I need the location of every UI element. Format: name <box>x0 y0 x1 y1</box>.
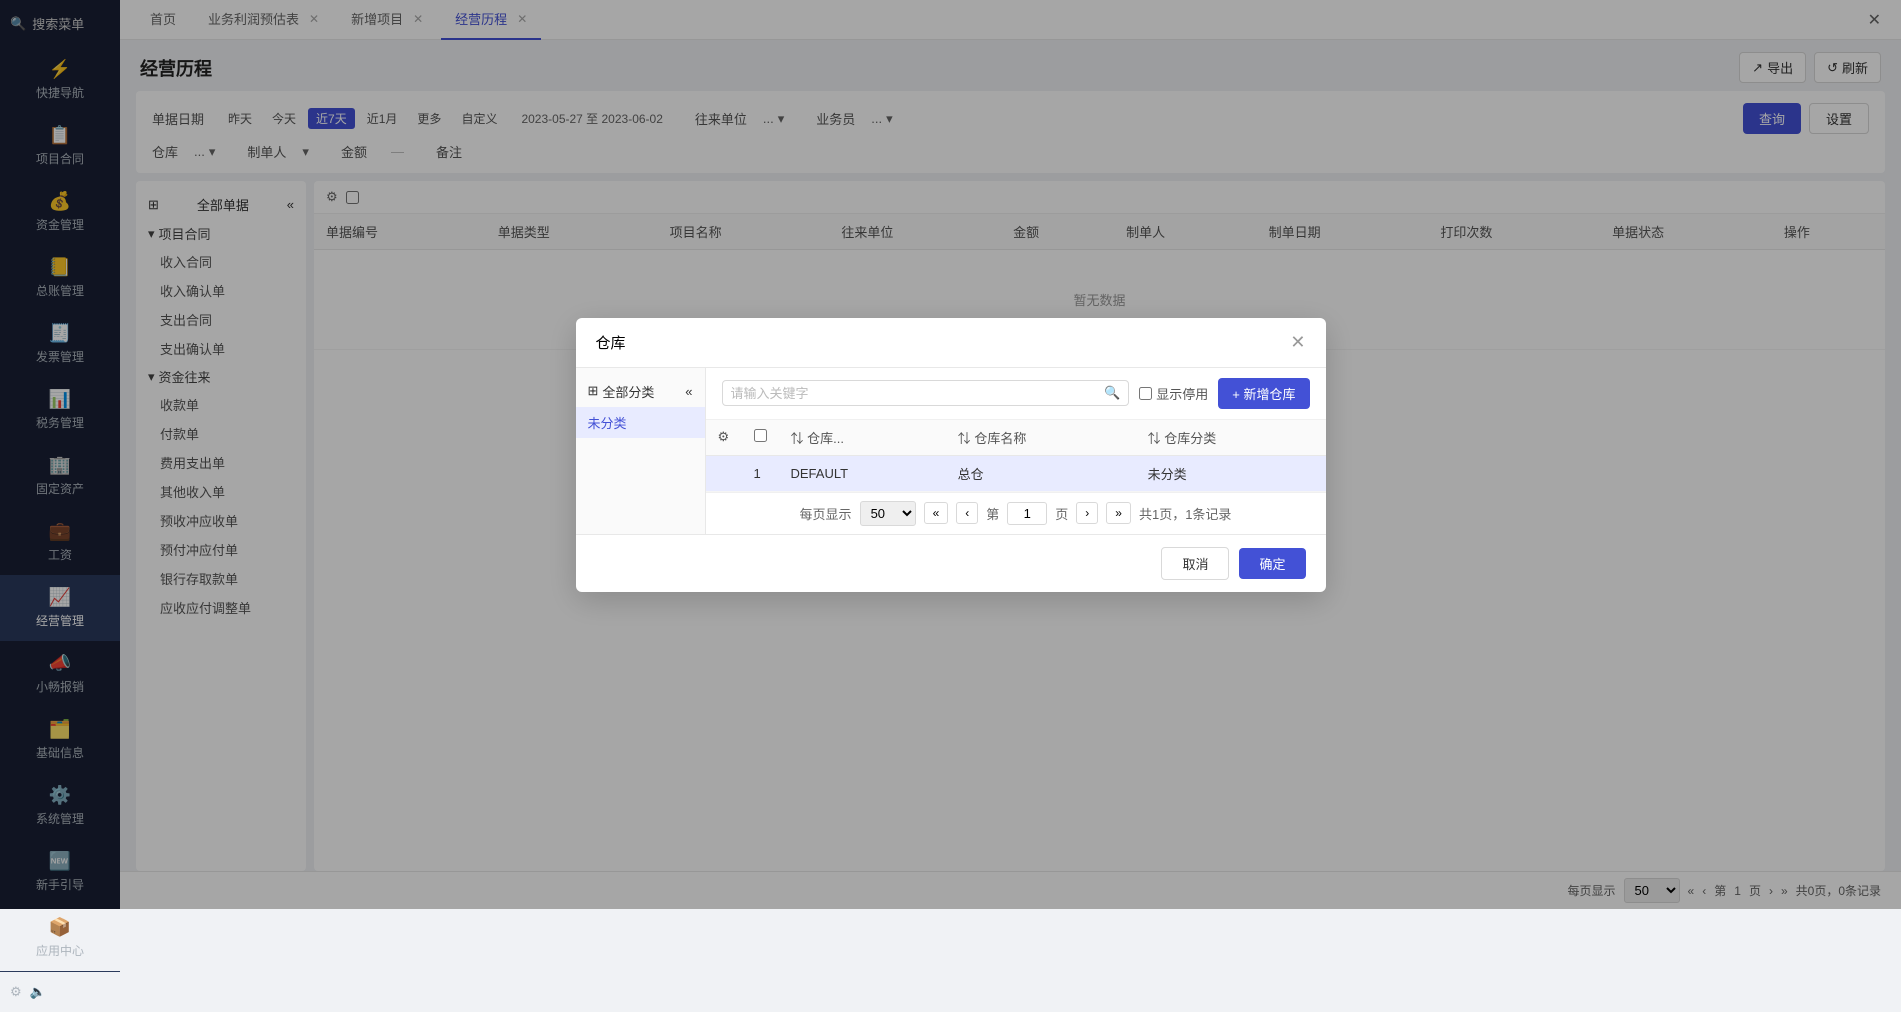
modal-title: 仓库 <box>596 332 626 353</box>
modal-header: 仓库 ✕ <box>576 318 1326 368</box>
collapse-modal-sidebar-icon[interactable]: « <box>685 384 692 399</box>
modal-per-page-select[interactable]: 50 100 <box>860 501 916 526</box>
sidebar-bottom: ⚙ 🔈 <box>0 971 120 1012</box>
show-disabled-checkbox[interactable] <box>1139 387 1152 400</box>
row-category: 未分类 <box>1136 455 1326 491</box>
col-checkbox <box>742 420 779 456</box>
add-label: + 新增仓库 <box>1232 384 1295 403</box>
add-warehouse-button[interactable]: + 新增仓库 <box>1218 378 1309 409</box>
modal-page-label: 页 <box>1055 504 1068 523</box>
modal-search-icon[interactable]: 🔍 <box>1104 385 1120 401</box>
table-row[interactable]: 1 DEFAULT 总仓 未分类 <box>706 455 1326 491</box>
sort-icon-cat: ⇅ <box>1148 431 1161 446</box>
sort-icon-code: ⇅ <box>791 431 804 446</box>
row-name: 总仓 <box>946 455 1136 491</box>
show-disabled-checkbox-label[interactable]: 显示停用 <box>1139 384 1208 403</box>
modal-per-page-label: 每页显示 <box>800 504 852 523</box>
modal-table-wrapper: ⚙ ⇅ 仓库... ⇅ <box>706 420 1326 492</box>
modal-overlay: 仓库 ✕ ⊞ 全部分类 « 未分类 <box>0 0 1901 909</box>
appcenter-icon: 📦 <box>49 917 71 938</box>
modal-close-button[interactable]: ✕ <box>1290 332 1305 353</box>
row-settings <box>706 455 742 491</box>
col-warehouse-category[interactable]: ⇅ 仓库分类 <box>1136 420 1326 456</box>
sort-icon-name: ⇅ <box>958 431 971 446</box>
sidebar-item-appcenter[interactable]: 📦 应用中心 <box>0 905 120 971</box>
warehouse-modal: 仓库 ✕ ⊞ 全部分类 « 未分类 <box>576 318 1326 592</box>
col-settings: ⚙ <box>706 420 742 456</box>
modal-total-info: 共1页，1条记录 <box>1139 504 1231 523</box>
modal-sidebar: ⊞ 全部分类 « 未分类 <box>576 368 706 534</box>
modal-sidebar-all-label[interactable]: 全部分类 <box>602 382 654 401</box>
modal-prev-page[interactable]: ‹ <box>956 502 978 524</box>
modal-select-all[interactable] <box>754 429 767 442</box>
show-disabled-label: 显示停用 <box>1156 384 1208 403</box>
modal-page-prefix: 第 <box>986 504 999 523</box>
col-warehouse-code[interactable]: ⇅ 仓库... <box>779 420 946 456</box>
col-warehouse-name[interactable]: ⇅ 仓库名称 <box>946 420 1136 456</box>
modal-search-input[interactable] <box>731 386 1105 401</box>
col-code-label: 仓库... <box>807 431 844 446</box>
cancel-button[interactable]: 取消 <box>1161 547 1229 580</box>
volume-icon[interactable]: 🔈 <box>30 984 46 1000</box>
gear-icon[interactable]: ⚙ <box>718 429 730 444</box>
modal-search-box: 🔍 <box>722 380 1130 406</box>
row-index: 1 <box>742 455 779 491</box>
modal-footer: 取消 确定 <box>576 534 1326 592</box>
confirm-button[interactable]: 确定 <box>1239 548 1305 579</box>
modal-sidebar-unclassified-label: 未分类 <box>588 416 627 431</box>
modal-main: 🔍 显示停用 + 新增仓库 <box>706 368 1326 534</box>
sidebar-item-label: 应用中心 <box>36 942 84 959</box>
modal-sidebar-item-unclassified[interactable]: 未分类 <box>576 407 705 438</box>
modal-body: ⊞ 全部分类 « 未分类 🔍 显示停用 <box>576 368 1326 534</box>
modal-last-page[interactable]: » <box>1106 502 1131 524</box>
modal-table: ⚙ ⇅ 仓库... ⇅ <box>706 420 1326 492</box>
modal-first-page[interactable]: « <box>924 502 949 524</box>
modal-pagination: 每页显示 50 100 « ‹ 第 页 › » 共1页，1条记录 <box>706 492 1326 534</box>
grid-icon-modal: ⊞ <box>588 383 599 399</box>
modal-next-page[interactable]: › <box>1076 502 1098 524</box>
col-name-label: 仓库名称 <box>974 431 1026 446</box>
settings-icon[interactable]: ⚙ <box>10 984 22 1000</box>
modal-page-input[interactable] <box>1007 502 1047 525</box>
modal-toolbar: 🔍 显示停用 + 新增仓库 <box>706 368 1326 420</box>
col-cat-label: 仓库分类 <box>1164 431 1216 446</box>
modal-sidebar-header: ⊞ 全部分类 « <box>576 376 705 407</box>
row-code: DEFAULT <box>779 455 946 491</box>
